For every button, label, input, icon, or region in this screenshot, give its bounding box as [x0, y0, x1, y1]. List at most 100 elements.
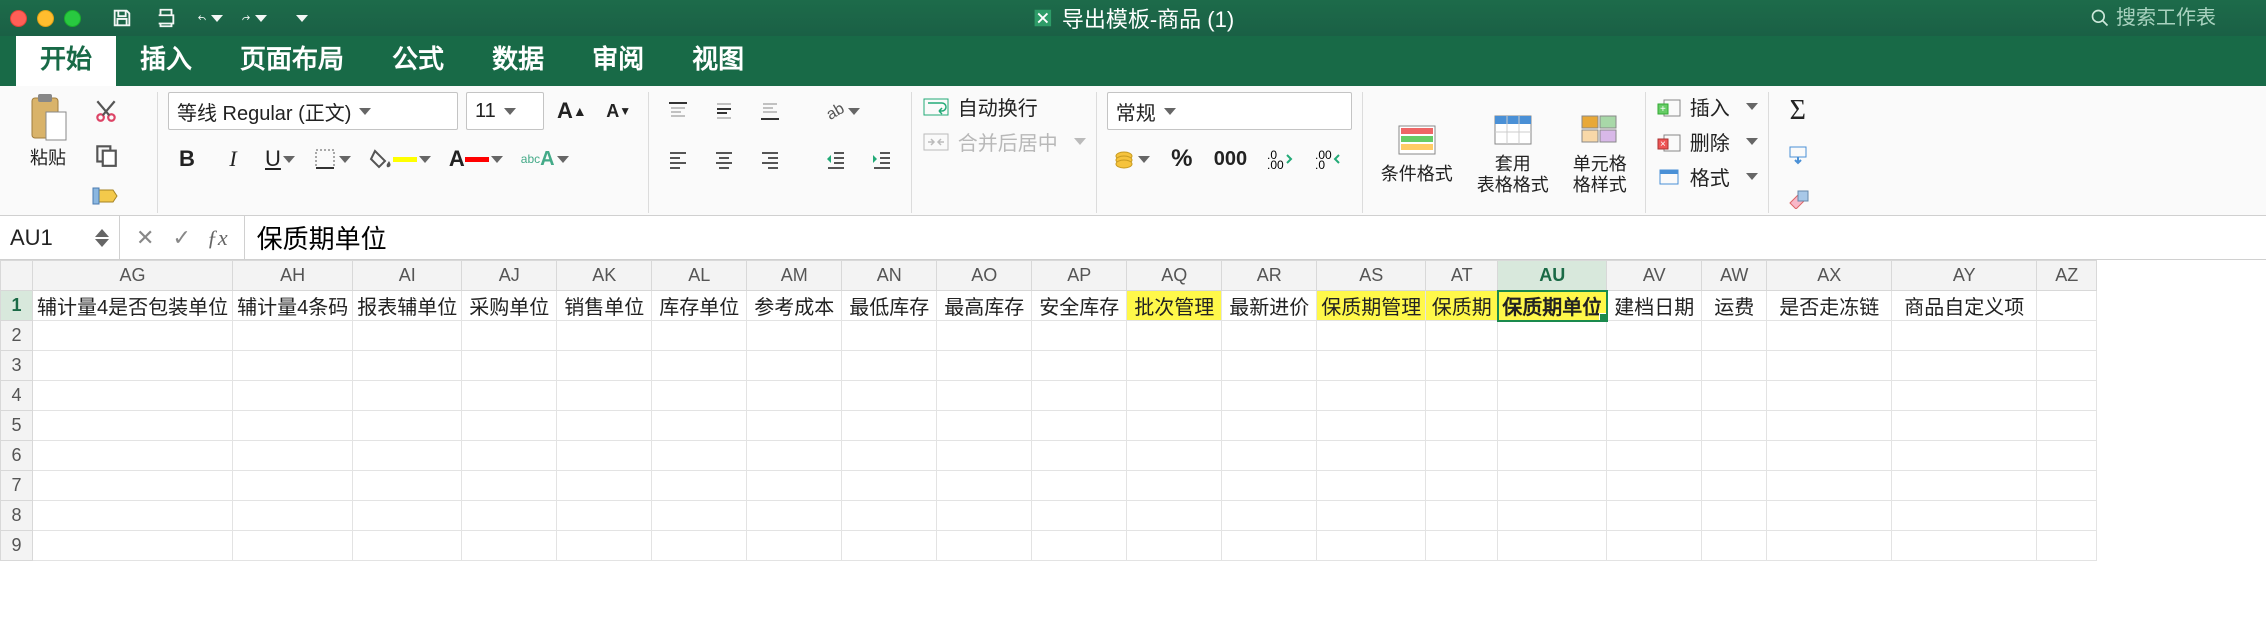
- col-header-AG[interactable]: AG: [33, 261, 233, 291]
- cell-AU4[interactable]: [1498, 381, 1607, 411]
- cell-AI5[interactable]: [353, 411, 462, 441]
- cell-AZ2[interactable]: [2037, 321, 2097, 351]
- cell-AJ6[interactable]: [462, 441, 557, 471]
- cell-AZ1[interactable]: [2037, 291, 2097, 321]
- cell-AM4[interactable]: [747, 381, 842, 411]
- cell-AI6[interactable]: [353, 441, 462, 471]
- cell-AO8[interactable]: [937, 501, 1032, 531]
- row-header-8[interactable]: 8: [1, 501, 33, 531]
- cell-AW9[interactable]: [1702, 531, 1767, 561]
- cell-AM1[interactable]: 参考成本: [747, 291, 842, 321]
- tab-insert[interactable]: 插入: [116, 29, 216, 86]
- cell-AS9[interactable]: [1317, 531, 1426, 561]
- formula-input[interactable]: [245, 216, 2266, 259]
- cell-AL2[interactable]: [652, 321, 747, 351]
- cell-AQ5[interactable]: [1127, 411, 1222, 441]
- align-center-button[interactable]: [705, 140, 743, 178]
- cell-AH8[interactable]: [233, 501, 353, 531]
- clear-button[interactable]: [1779, 180, 1817, 218]
- cell-AI9[interactable]: [353, 531, 462, 561]
- align-left-button[interactable]: [659, 140, 697, 178]
- tab-review[interactable]: 审阅: [568, 29, 668, 86]
- cell-AJ1[interactable]: 采购单位: [462, 291, 557, 321]
- col-header-AJ[interactable]: AJ: [462, 261, 557, 291]
- cell-AW2[interactable]: [1702, 321, 1767, 351]
- cell-AV9[interactable]: [1607, 531, 1702, 561]
- cell-AR8[interactable]: [1222, 501, 1317, 531]
- cell-AO1[interactable]: 最高库存: [937, 291, 1032, 321]
- fill-button[interactable]: [1779, 136, 1817, 174]
- cell-AR6[interactable]: [1222, 441, 1317, 471]
- cell-AQ2[interactable]: [1127, 321, 1222, 351]
- increase-decimal-button[interactable]: .0.00: [1260, 140, 1300, 178]
- cell-AR5[interactable]: [1222, 411, 1317, 441]
- cell-AX9[interactable]: [1767, 531, 1892, 561]
- cell-AU2[interactable]: [1498, 321, 1607, 351]
- col-header-AX[interactable]: AX: [1767, 261, 1892, 291]
- cell-AW1[interactable]: 运费: [1702, 291, 1767, 321]
- cell-AT8[interactable]: [1426, 501, 1498, 531]
- cell-AI8[interactable]: [353, 501, 462, 531]
- cell-AH7[interactable]: [233, 471, 353, 501]
- cell-AQ8[interactable]: [1127, 501, 1222, 531]
- cell-AP1[interactable]: 安全库存: [1032, 291, 1127, 321]
- close-window-button[interactable]: [10, 10, 27, 27]
- col-header-AK[interactable]: AK: [557, 261, 652, 291]
- cell-AN6[interactable]: [842, 441, 937, 471]
- cell-AN8[interactable]: [842, 501, 937, 531]
- format-painter-button[interactable]: [86, 180, 126, 218]
- print-icon[interactable]: [153, 7, 179, 29]
- cell-AZ9[interactable]: [2037, 531, 2097, 561]
- cell-AK1[interactable]: 销售单位: [557, 291, 652, 321]
- cell-AU1[interactable]: 保质期单位: [1498, 291, 1607, 321]
- cell-AU6[interactable]: [1498, 441, 1607, 471]
- cell-AZ4[interactable]: [2037, 381, 2097, 411]
- cell-AJ2[interactable]: [462, 321, 557, 351]
- col-header-AM[interactable]: AM: [747, 261, 842, 291]
- row-header-6[interactable]: 6: [1, 441, 33, 471]
- cell-AX1[interactable]: 是否走冻链: [1767, 291, 1892, 321]
- border-button[interactable]: [308, 140, 356, 178]
- cell-AU3[interactable]: [1498, 351, 1607, 381]
- cell-AQ3[interactable]: [1127, 351, 1222, 381]
- cell-AT2[interactable]: [1426, 321, 1498, 351]
- col-header-AV[interactable]: AV: [1607, 261, 1702, 291]
- search-sheet[interactable]: [2090, 7, 2256, 30]
- cell-AZ5[interactable]: [2037, 411, 2097, 441]
- col-header-AR[interactable]: AR: [1222, 261, 1317, 291]
- col-header-AO[interactable]: AO: [937, 261, 1032, 291]
- cell-AY8[interactable]: [1892, 501, 2037, 531]
- cell-AX6[interactable]: [1767, 441, 1892, 471]
- cell-AN5[interactable]: [842, 411, 937, 441]
- cell-AG2[interactable]: [33, 321, 233, 351]
- cell-AJ5[interactable]: [462, 411, 557, 441]
- cell-AK9[interactable]: [557, 531, 652, 561]
- font-name-select[interactable]: 等线 Regular (正文): [168, 92, 458, 130]
- cell-AK2[interactable]: [557, 321, 652, 351]
- name-box-spinner[interactable]: [95, 229, 109, 247]
- zoom-window-button[interactable]: [64, 10, 81, 27]
- cell-AV7[interactable]: [1607, 471, 1702, 501]
- orientation-button[interactable]: ab: [817, 92, 865, 130]
- underline-button[interactable]: U: [260, 140, 300, 178]
- cell-AR4[interactable]: [1222, 381, 1317, 411]
- insert-cells-button[interactable]: + 插入: [1656, 92, 1758, 121]
- cell-AR7[interactable]: [1222, 471, 1317, 501]
- cell-AH5[interactable]: [233, 411, 353, 441]
- cell-styles-button[interactable]: 单元格 格样式: [1565, 110, 1635, 195]
- cell-AP8[interactable]: [1032, 501, 1127, 531]
- cell-AV6[interactable]: [1607, 441, 1702, 471]
- cell-AK5[interactable]: [557, 411, 652, 441]
- cell-AJ7[interactable]: [462, 471, 557, 501]
- conditional-format-button[interactable]: 条件格式: [1373, 120, 1461, 185]
- cell-AS4[interactable]: [1317, 381, 1426, 411]
- format-as-table-button[interactable]: 套用 表格格式: [1469, 110, 1557, 195]
- col-header-AN[interactable]: AN: [842, 261, 937, 291]
- bold-button[interactable]: B: [168, 140, 206, 178]
- col-header-AZ[interactable]: AZ: [2037, 261, 2097, 291]
- cell-AQ7[interactable]: [1127, 471, 1222, 501]
- cell-AN4[interactable]: [842, 381, 937, 411]
- cell-AZ7[interactable]: [2037, 471, 2097, 501]
- cell-AY6[interactable]: [1892, 441, 2037, 471]
- cell-AR1[interactable]: 最新进价: [1222, 291, 1317, 321]
